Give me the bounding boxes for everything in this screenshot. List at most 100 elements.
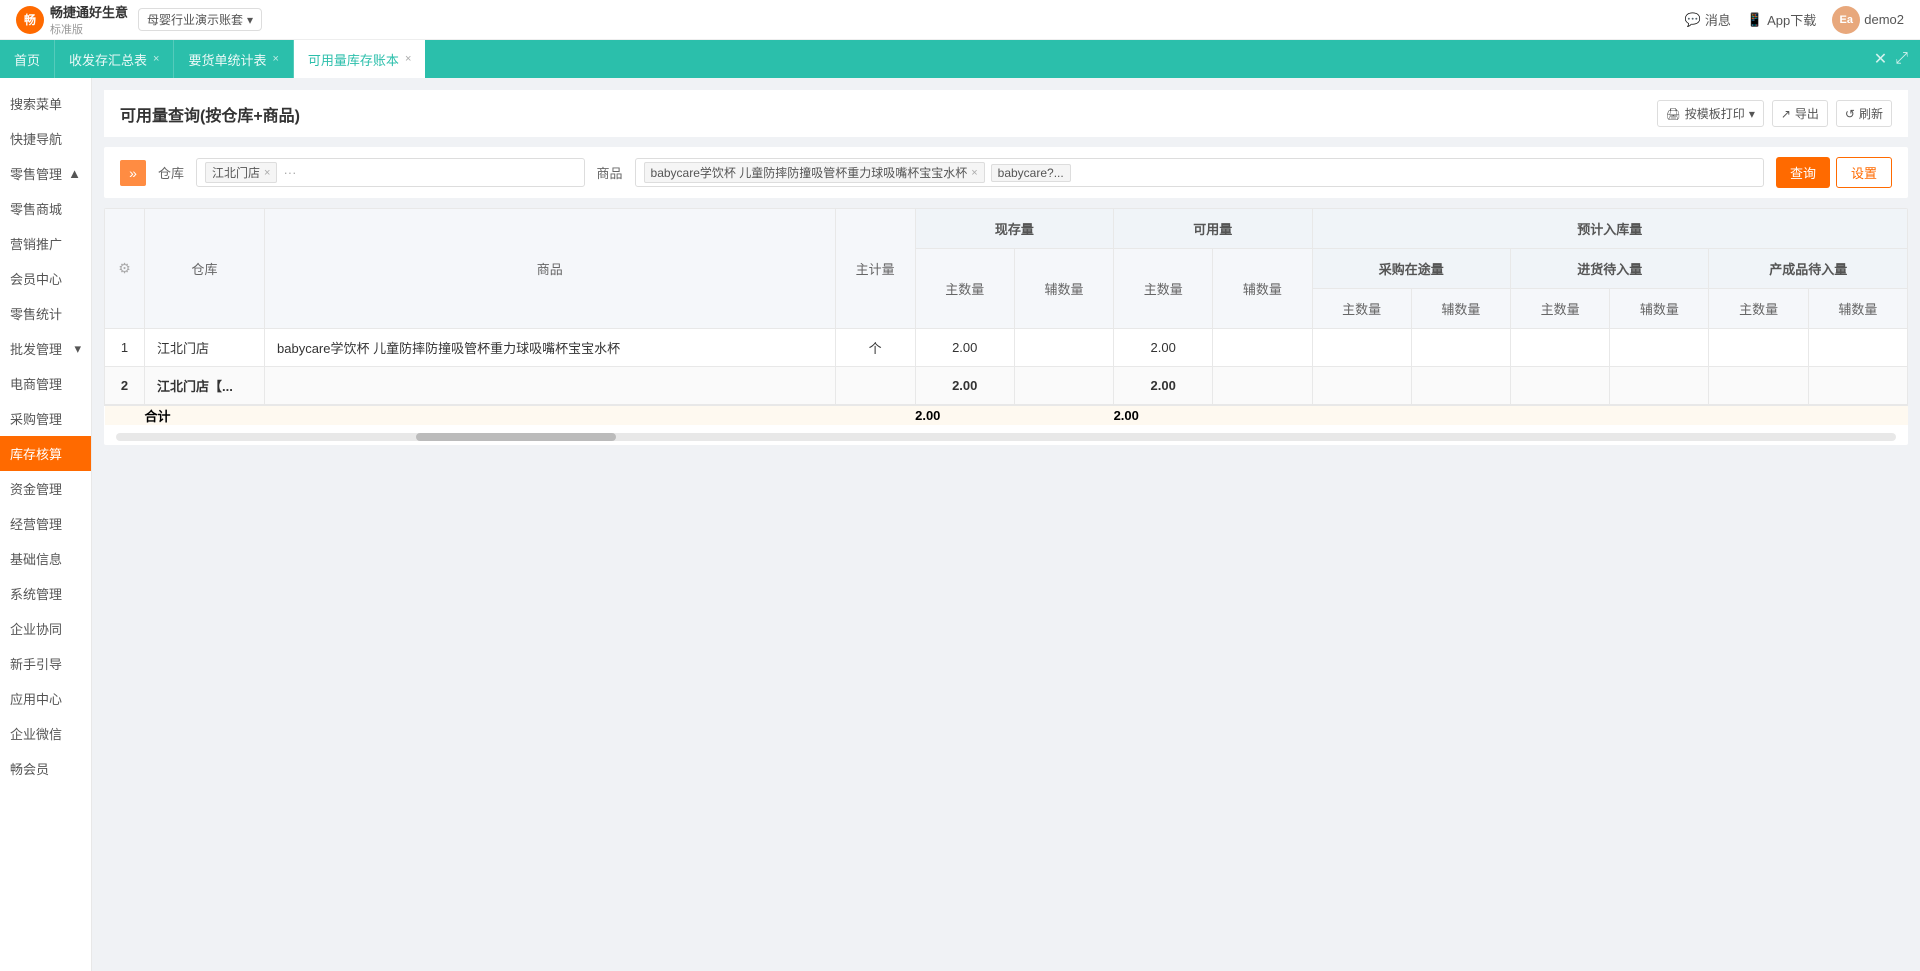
mall-label: 零售商城 xyxy=(10,199,62,218)
row-production-main xyxy=(1709,329,1808,367)
row-avail-main: 2.00 xyxy=(1114,329,1213,367)
sidebar-item-marketing[interactable]: 营销推广 xyxy=(0,226,91,261)
row-index: 1 xyxy=(105,329,145,367)
page-content: 可用量查询(按仓库+商品) 🖨 按模板打印 ▾ ↗ 导出 ↺ 刷新 xyxy=(92,78,1920,457)
close-window-icon[interactable]: ✕ xyxy=(1874,49,1887,69)
row-warehouse: 江北门店【... xyxy=(145,367,265,406)
tab-order-label: 要货单统计表 xyxy=(188,50,266,69)
product-tag-1: babycare学饮杯 儿童防摔防撞吸管杯重力球吸嘴杯宝宝水杯 × xyxy=(644,162,985,183)
top-bar: 畅 畅捷通好生意 标准版 母婴行业演示账套 ▾ 💬 消息 📱 App下载 Ea … xyxy=(0,0,1920,40)
tab-available[interactable]: 可用量库存账本 × xyxy=(294,40,425,78)
message-btn[interactable]: 💬 消息 xyxy=(1685,10,1731,29)
footer-production-aux xyxy=(1808,405,1907,425)
row-production-main xyxy=(1709,367,1808,406)
page-header: 可用量查询(按仓库+商品) 🖨 按模板打印 ▾ ↗ 导出 ↺ 刷新 xyxy=(104,90,1908,137)
tab-available-label: 可用量库存账本 xyxy=(308,50,399,69)
sidebar-item-vip[interactable]: 畅会员 xyxy=(0,751,91,786)
col-inbound-group: 进货待入量 xyxy=(1511,249,1709,289)
tab-order-close[interactable]: × xyxy=(272,53,278,65)
page-actions: 🖨 按模板打印 ▾ ↗ 导出 ↺ 刷新 xyxy=(1657,100,1892,127)
row-inbound-aux xyxy=(1610,367,1709,406)
row-stock-main: 2.00 xyxy=(915,367,1014,406)
refresh-btn[interactable]: ↺ 刷新 xyxy=(1836,100,1892,127)
table-body: 1江北门店babycare学饮杯 儿童防摔防撞吸管杯重力球吸嘴杯宝宝水杯个2.0… xyxy=(105,329,1908,406)
scroll-bar[interactable] xyxy=(116,433,1896,441)
footer-label: 合计 xyxy=(145,405,916,425)
inventory-label: 库存核算 xyxy=(10,444,62,463)
nav-tabs-right: ✕ ⤢ xyxy=(1874,49,1920,69)
sidebar-item-finance[interactable]: 资金管理 xyxy=(0,471,91,506)
row-purchase-aux xyxy=(1411,367,1510,406)
row-warehouse: 江北门店 xyxy=(145,329,265,367)
sidebar-item-appcenter[interactable]: 应用中心 xyxy=(0,681,91,716)
chevron-up-icon: ▲ xyxy=(68,166,81,181)
sidebar-item-basic[interactable]: 基础信息 xyxy=(0,541,91,576)
col-stock-aux: 辅数量 xyxy=(1014,249,1113,329)
product-filter-tags[interactable]: babycare学饮杯 儿童防摔防撞吸管杯重力球吸嘴杯宝宝水杯 × babyca… xyxy=(635,158,1764,187)
filter-actions: 查询 设置 xyxy=(1776,157,1892,188)
footer-stock-aux xyxy=(1014,405,1113,425)
quicknav-label: 快捷导航 xyxy=(10,129,62,148)
sidebar-item-enterprise[interactable]: 企业协同 xyxy=(0,611,91,646)
sidebar-item-system[interactable]: 系统管理 xyxy=(0,576,91,611)
row-purchase-aux xyxy=(1411,329,1510,367)
sidebar-item-inventory[interactable]: 库存核算 xyxy=(0,436,91,471)
export-btn[interactable]: ↗ 导出 xyxy=(1772,100,1828,127)
sidebar-item-search[interactable]: 搜索菜单 xyxy=(0,86,91,121)
sidebar-item-quicknav[interactable]: 快捷导航 xyxy=(0,121,91,156)
row-production-aux xyxy=(1808,367,1907,406)
expand-icon[interactable]: ⤢ xyxy=(1895,50,1908,68)
tab-receive[interactable]: 收发存汇总表 × xyxy=(55,40,174,78)
sidebar-item-operation[interactable]: 经营管理 xyxy=(0,506,91,541)
data-table: ⚙ 仓库 商品 主计量 现存量 可用量 预计入库量 主数量 辅数量 xyxy=(104,208,1908,425)
filter-toggle-btn[interactable]: » xyxy=(120,160,146,186)
industry-label: 母婴行业演示账套 xyxy=(147,11,243,28)
app-download-btn[interactable]: 📱 App下载 xyxy=(1747,10,1816,29)
purchase-label: 采购管理 xyxy=(10,409,62,428)
scroll-thumb[interactable] xyxy=(416,433,616,441)
col-avail-main: 主数量 xyxy=(1114,249,1213,329)
warehouse-tag-remove[interactable]: × xyxy=(264,167,270,179)
product-tag-1-remove[interactable]: × xyxy=(971,167,977,179)
top-bar-right: 💬 消息 📱 App下载 Ea demo2 xyxy=(1685,6,1904,34)
tab-home[interactable]: 首页 xyxy=(0,40,55,78)
col-product-header: 商品 xyxy=(265,209,836,329)
sidebar-item-stats[interactable]: 零售统计 xyxy=(0,296,91,331)
product-filter-label: 商品 xyxy=(597,163,623,182)
row-unit xyxy=(835,367,915,406)
row-purchase-main xyxy=(1312,329,1411,367)
sidebar-item-mall[interactable]: 零售商城 xyxy=(0,191,91,226)
gear-icon[interactable]: ⚙ xyxy=(118,260,131,276)
print-btn[interactable]: 🖨 按模板打印 ▾ xyxy=(1657,100,1764,127)
sidebar-item-wholesale[interactable]: 批发管理 ▾ xyxy=(0,331,91,366)
tab-receive-close[interactable]: × xyxy=(153,53,159,65)
warehouse-filter-tags[interactable]: 江北门店 × ··· xyxy=(196,158,584,187)
sidebar-item-wechat[interactable]: 企业微信 xyxy=(0,716,91,751)
tab-order[interactable]: 要货单统计表 × xyxy=(174,40,293,78)
ecom-label: 电商管理 xyxy=(10,374,62,393)
table-row: 1江北门店babycare学饮杯 儿童防摔防撞吸管杯重力球吸嘴杯宝宝水杯个2.0… xyxy=(105,329,1908,367)
sidebar-item-newguide[interactable]: 新手引导 xyxy=(0,646,91,681)
sidebar-item-retail[interactable]: 零售管理 ▲ xyxy=(0,156,91,191)
col-production-group: 产成品待入量 xyxy=(1709,249,1908,289)
col-purchase-main: 主数量 xyxy=(1312,289,1411,329)
industry-selector[interactable]: 母婴行业演示账套 ▾ xyxy=(138,8,262,31)
sidebar-item-ecom[interactable]: 电商管理 xyxy=(0,366,91,401)
table-container: ⚙ 仓库 商品 主计量 现存量 可用量 预计入库量 主数量 辅数量 xyxy=(104,208,1908,445)
col-unit-header: 主计量 xyxy=(835,209,915,329)
avatar: Ea xyxy=(1832,6,1860,34)
sidebar-item-purchase[interactable]: 采购管理 xyxy=(0,401,91,436)
query-button[interactable]: 查询 xyxy=(1776,157,1830,188)
top-bar-left: 畅 畅捷通好生意 标准版 母婴行业演示账套 ▾ xyxy=(16,2,262,37)
refresh-label: 刷新 xyxy=(1859,105,1883,122)
chevron-down-icon: ▾ xyxy=(74,341,81,357)
row-index: 2 xyxy=(105,367,145,406)
col-production-main: 主数量 xyxy=(1709,289,1808,329)
sidebar-item-member[interactable]: 会员中心 xyxy=(0,261,91,296)
user-area[interactable]: Ea demo2 xyxy=(1832,6,1904,34)
tab-available-close[interactable]: × xyxy=(405,53,411,65)
print-label: 按模板打印 xyxy=(1685,105,1745,122)
set-button[interactable]: 设置 xyxy=(1836,157,1892,188)
row-inbound-aux xyxy=(1610,329,1709,367)
stats-label: 零售统计 xyxy=(10,304,62,323)
